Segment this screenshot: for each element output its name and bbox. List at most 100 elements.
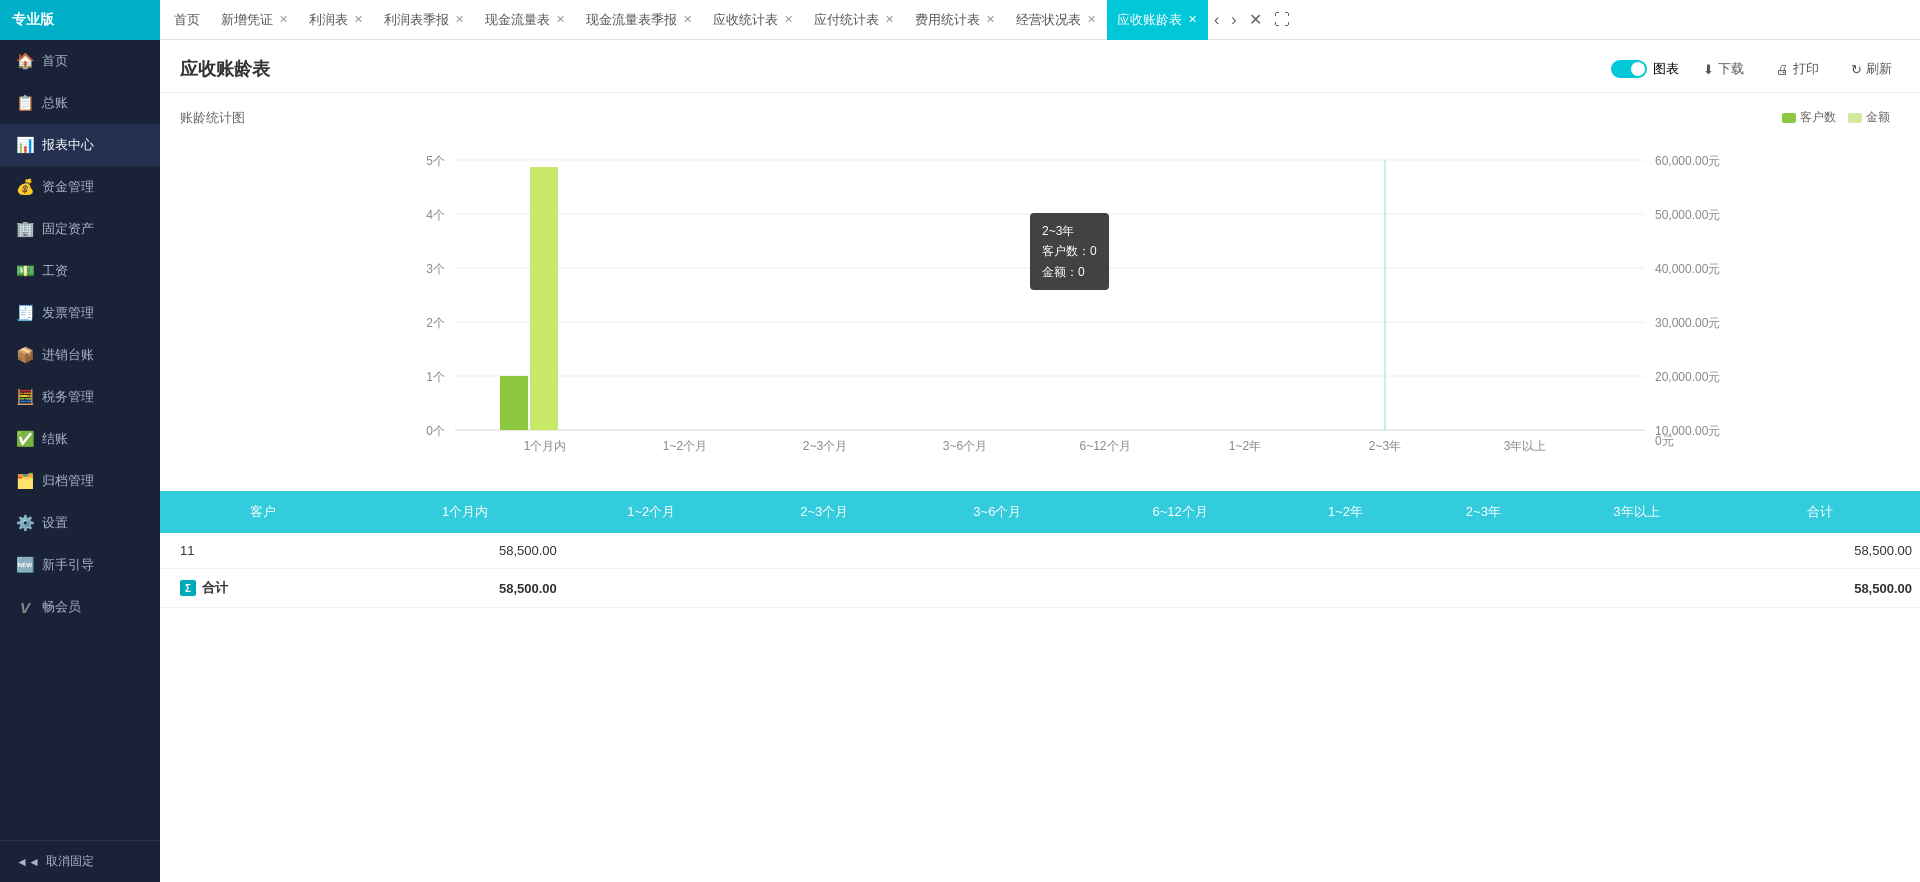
total-icon: Σ [180, 580, 196, 596]
total-23m [738, 569, 911, 608]
tab-new-voucher[interactable]: 新增凭证 ✕ [211, 0, 299, 40]
legend-amount-label: 金额 [1866, 109, 1890, 126]
sidebar-item-label: 进销台账 [42, 346, 94, 364]
table-row: 11 58,500.00 58,500.00 [160, 533, 1920, 569]
unpin-button[interactable]: ◄◄ 取消固定 [0, 840, 160, 882]
tab-home-label: 首页 [174, 11, 200, 29]
total-23y [1414, 569, 1552, 608]
tab-profit-quarterly-close[interactable]: ✕ [455, 13, 464, 26]
sidebar-item-reports[interactable]: 📊 报表中心 [0, 124, 160, 166]
tab-operation-close[interactable]: ✕ [1087, 13, 1096, 26]
col-header-23m: 2~3个月 [738, 491, 911, 533]
sidebar-item-label: 固定资产 [42, 220, 94, 238]
toggle-label: 图表 [1653, 60, 1679, 78]
svg-text:1个: 1个 [426, 370, 445, 384]
table-header-row: 客户 1个月内 1~2个月 2~3个月 3~6个月 6~12个月 1~2年 2~… [160, 491, 1920, 533]
reports-icon: 📊 [16, 136, 34, 154]
chart-title: 账龄统计图 [180, 109, 1900, 127]
tab-cashflow-quarterly[interactable]: 现金流量表季报 ✕ [576, 0, 703, 40]
col-header-customer: 客户 [160, 491, 365, 533]
svg-text:20,000.00元: 20,000.00元 [1655, 370, 1720, 384]
row-customer: 11 [160, 533, 365, 569]
tab-expand-button[interactable]: ⛶ [1268, 0, 1296, 40]
funds-icon: 💰 [16, 178, 34, 196]
legend-amount-dot [1848, 113, 1862, 123]
chart-toggle[interactable]: 图表 [1611, 60, 1679, 78]
sidebar-item-label: 资金管理 [42, 178, 94, 196]
sidebar-item-invoices[interactable]: 🧾 发票管理 [0, 292, 160, 334]
svg-text:0个: 0个 [426, 424, 445, 438]
unpin-icon: ◄◄ [16, 855, 40, 869]
sidebar-item-label: 结账 [42, 430, 68, 448]
bar-1m-amount [530, 167, 558, 430]
col-header-3plus: 3年以上 [1552, 491, 1720, 533]
tab-next-button[interactable]: › [1225, 0, 1242, 40]
sidebar-item-guide[interactable]: 🆕 新手引导 [0, 544, 160, 586]
tab-close-all-button[interactable]: ✕ [1243, 0, 1268, 40]
tab-receivable-stats[interactable]: 应收统计表 ✕ [703, 0, 804, 40]
page-header: 应收账龄表 图表 ⬇ 下载 🖨 打印 ↻ 刷新 [160, 40, 1920, 93]
row-3plus [1552, 533, 1720, 569]
sidebar-item-label: 税务管理 [42, 388, 94, 406]
legend-amount: 金额 [1848, 109, 1890, 126]
print-button[interactable]: 🖨 打印 [1768, 56, 1827, 82]
total-label-cell: Σ 合计 [160, 569, 365, 607]
ledger-icon: 📋 [16, 94, 34, 112]
tab-cashflow-close[interactable]: ✕ [556, 13, 565, 26]
refresh-label: 刷新 [1866, 60, 1892, 78]
sidebar-item-funds[interactable]: 💰 资金管理 [0, 166, 160, 208]
tab-receivable-stats-close[interactable]: ✕ [784, 13, 793, 26]
row-612m [1084, 533, 1277, 569]
total-total: 58,500.00 [1720, 569, 1920, 608]
print-label: 打印 [1793, 60, 1819, 78]
refresh-button[interactable]: ↻ 刷新 [1843, 56, 1900, 82]
sidebar-item-settings[interactable]: ⚙️ 设置 [0, 502, 160, 544]
sidebar-item-payroll[interactable]: 💵 工资 [0, 250, 160, 292]
tab-expense-stats[interactable]: 费用统计表 ✕ [905, 0, 1006, 40]
tab-profit-quarterly[interactable]: 利润表季报 ✕ [374, 0, 475, 40]
tab-aging-close[interactable]: ✕ [1188, 13, 1197, 26]
sidebar-item-closing[interactable]: ✅ 结账 [0, 418, 160, 460]
tab-home[interactable]: 首页 [164, 0, 211, 40]
sidebar-item-home[interactable]: 🏠 首页 [0, 40, 160, 82]
row-total: 58,500.00 [1720, 533, 1920, 569]
tab-cashflow-quarterly-close[interactable]: ✕ [683, 13, 692, 26]
tab-payable-stats[interactable]: 应付统计表 ✕ [804, 0, 905, 40]
tab-payable-stats-close[interactable]: ✕ [885, 13, 894, 26]
sidebar-item-tax[interactable]: 🧮 税务管理 [0, 376, 160, 418]
tab-aging[interactable]: 应收账龄表 ✕ [1107, 0, 1208, 40]
svg-text:2~3个月: 2~3个月 [803, 439, 847, 453]
svg-text:1~2个月: 1~2个月 [663, 439, 707, 453]
sidebar-item-ledger[interactable]: 📋 总账 [0, 82, 160, 124]
download-button[interactable]: ⬇ 下载 [1695, 56, 1752, 82]
row-12y [1277, 533, 1415, 569]
row-12m [565, 533, 738, 569]
tab-profit-close[interactable]: ✕ [354, 13, 363, 26]
svg-text:3年以上: 3年以上 [1504, 439, 1547, 453]
svg-text:50,000.00元: 50,000.00元 [1655, 208, 1720, 222]
tab-prev-button[interactable]: ‹ [1208, 0, 1225, 40]
tab-profit[interactable]: 利润表 ✕ [299, 0, 374, 40]
svg-text:0元: 0元 [1655, 434, 1674, 448]
toggle-track[interactable] [1611, 60, 1647, 78]
row-36m [911, 533, 1084, 569]
total-36m [911, 569, 1084, 608]
tab-cashflow[interactable]: 现金流量表 ✕ [475, 0, 576, 40]
sidebar-item-member[interactable]: V 畅会员 [0, 586, 160, 628]
col-header-12y: 1~2年 [1277, 491, 1415, 533]
payroll-icon: 💵 [16, 262, 34, 280]
tab-new-voucher-close[interactable]: ✕ [279, 13, 288, 26]
tab-expense-stats-close[interactable]: ✕ [986, 13, 995, 26]
sidebar-item-archive[interactable]: 🗂️ 归档管理 [0, 460, 160, 502]
svg-text:3~6个月: 3~6个月 [943, 439, 987, 453]
sidebar-item-label: 首页 [42, 52, 68, 70]
invoices-icon: 🧾 [16, 304, 34, 322]
print-icon: 🖨 [1776, 62, 1789, 77]
sidebar-item-inventory[interactable]: 📦 进销台账 [0, 334, 160, 376]
archive-icon: 🗂️ [16, 472, 34, 490]
tab-operation[interactable]: 经营状况表 ✕ [1006, 0, 1107, 40]
svg-text:1个月内: 1个月内 [524, 439, 567, 453]
row-1m: 58,500.00 [365, 533, 564, 569]
sidebar-item-assets[interactable]: 🏢 固定资产 [0, 208, 160, 250]
row-23m [738, 533, 911, 569]
